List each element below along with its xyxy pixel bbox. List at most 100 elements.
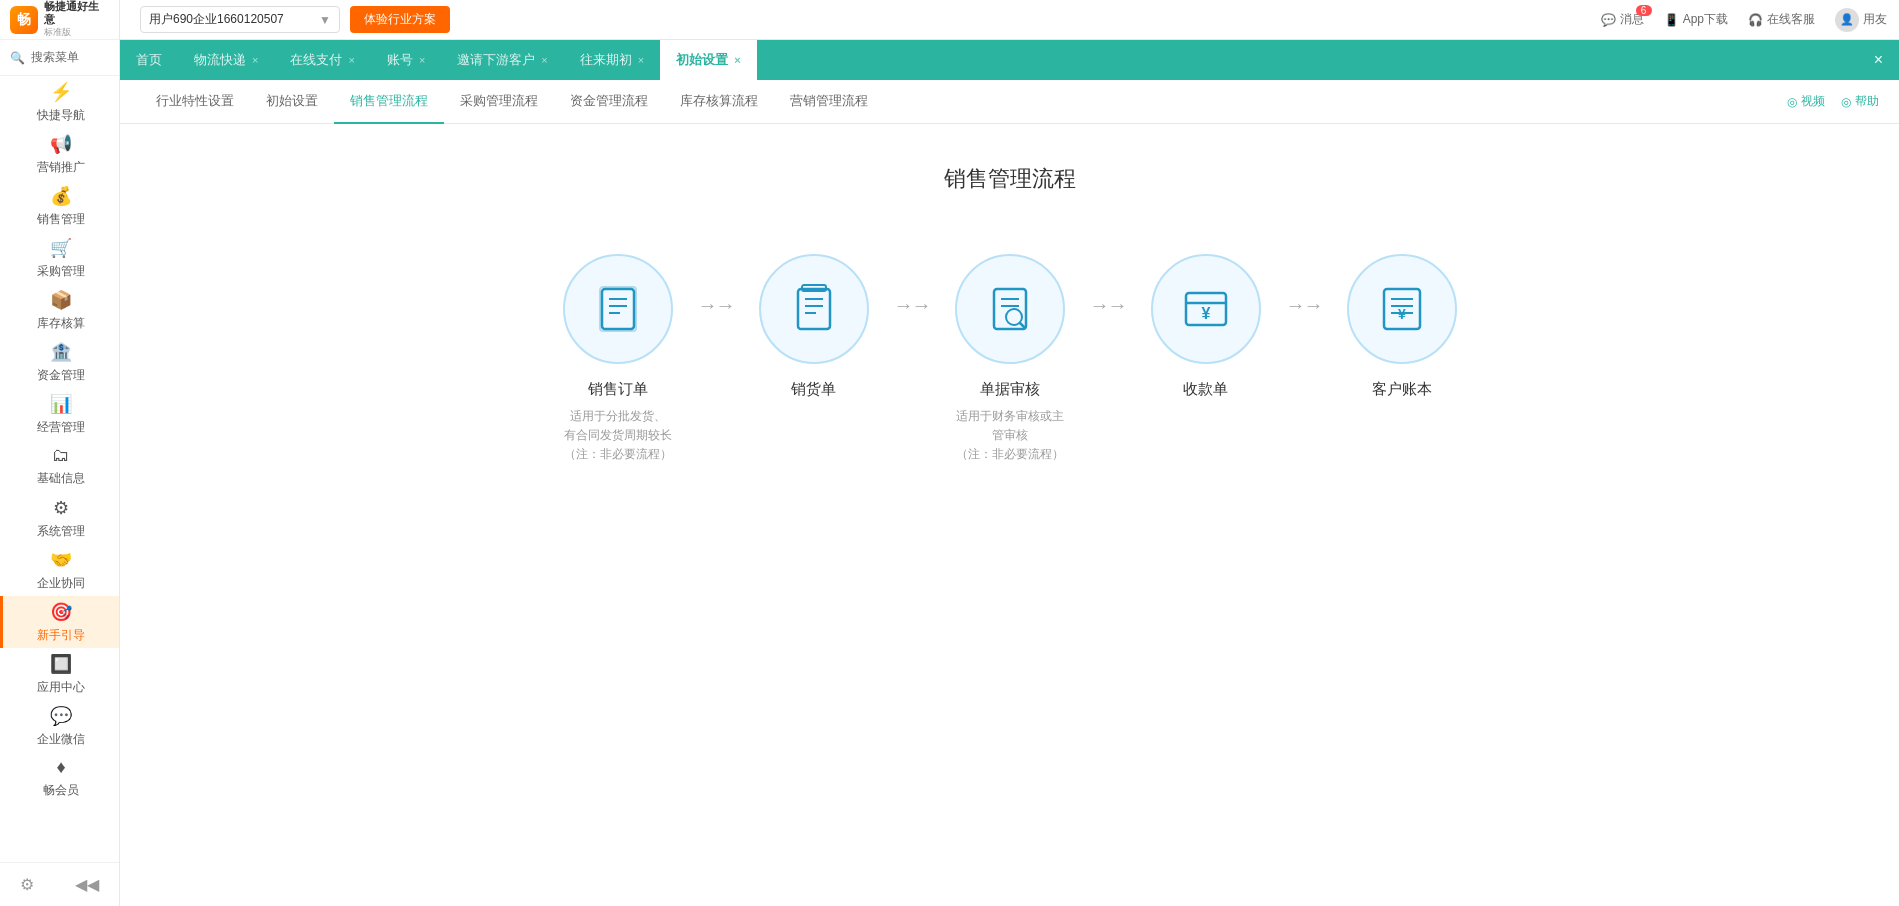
nav-tab-0[interactable]: 首页 [120,40,178,80]
circle-icon-1: ◎ [1841,95,1851,109]
service-label: 在线客服 [1767,11,1815,28]
sub-tab-1[interactable]: 初始设置 [250,80,334,124]
nav-tab-close-6[interactable]: × [734,54,740,66]
nav-tab-4[interactable]: 邀请下游客户× [441,40,563,80]
sidebar-item-qiye[interactable]: 🤝企业协同 [0,544,119,596]
sidebar-item-xinshou[interactable]: 🎯新手引导 [0,596,119,648]
nav-tab-label-2: 在线支付 [290,51,342,69]
flow-step-name-3: 收款单 [1183,380,1228,399]
nav-tab-1[interactable]: 物流快递 × [178,40,274,80]
nav-tab-label-1: 物流快递 [194,51,246,69]
message-button[interactable]: 💬 消息 6 [1601,11,1644,28]
flow-arrow-4: →→ [1286,294,1322,317]
sidebar-label-xitong: 系统管理 [37,523,85,540]
headset-icon: 🎧 [1748,13,1763,27]
sidebar-item-yingxiao[interactable]: 📢营销推广 [0,128,119,180]
sidebar-label-jichu: 基础信息 [37,470,85,487]
nav-tab-close-5[interactable]: × [638,54,644,66]
svg-rect-5 [798,289,830,329]
nav-tab-3[interactable]: 账号× [371,40,441,80]
flow-step-3[interactable]: ¥ 收款单 [1126,254,1286,407]
sub-tab-0[interactable]: 行业特性设置 [140,80,250,124]
sub-tab-4[interactable]: 资金管理流程 [554,80,664,124]
flow-title: 销售管理流程 [180,164,1839,194]
flow-step-2[interactable]: 单据审核适用于财务审核或主管审核（注：非必要流程） [930,254,1090,465]
sidebar-icon-caigou: 🛒 [50,237,72,259]
flow-step-0[interactable]: 销售订单适用于分批发货、有合同发货周期较长（注：非必要流程） [538,254,698,465]
user-avatar[interactable]: 👤 用友 [1835,8,1887,32]
flow-step-desc-2: 适用于财务审核或主管审核（注：非必要流程） [956,407,1064,465]
nav-tab-6[interactable]: 初始设置× [660,40,756,80]
flow-step-name-0: 销售订单 [588,380,648,399]
sidebar-label-weixin: 企业微信 [37,731,85,748]
flow-circle-4: ¥ [1347,254,1457,364]
sidebar-label-caigou: 采购管理 [37,263,85,280]
nav-tab-close-4[interactable]: × [541,54,547,66]
sidebar-item-kucun[interactable]: 📦 库存核算 [0,284,119,336]
sidebar-item-huiyuan[interactable]: ♦ 畅会员 [0,752,119,804]
flow-arrow-1: →→ [698,294,734,317]
sub-tab-right-1[interactable]: ◎帮助 [1841,93,1879,110]
sidebar-icon-qiye: 🤝 [50,549,72,571]
flow-step-name-4: 客户账本 [1372,380,1432,399]
nav-tab-close-2[interactable]: × [348,54,354,66]
service-button[interactable]: 🎧 在线客服 [1748,11,1815,28]
sidebar-item-xitong[interactable]: ⚙系统管理 [0,492,119,544]
sub-tab-3[interactable]: 采购管理流程 [444,80,554,124]
nav-tab-label-5: 往来期初 [580,51,632,69]
message-badge: 6 [1636,5,1652,16]
sidebar-label-huiyuan: 畅会员 [43,782,79,799]
user-name: 用友 [1863,11,1887,28]
sidebar-item-zijin[interactable]: 🏦资金管理 [0,336,119,388]
sidebar-label-xiaoshou: 销售管理 [37,211,85,228]
nav-tabs: 首页物流快递×在线支付×账号×邀请下游客户×往来期初×初始设置×× [120,40,1899,80]
sidebar-icon-yingyong: 🔲 [50,653,72,675]
sidebar-icon-huiyuan: ♦ [56,757,65,778]
sidebar-item-caigou[interactable]: 🛒 采购管理 [0,232,119,284]
flow-circle-2 [955,254,1065,364]
nav-tab-close-3[interactable]: × [419,54,425,66]
sub-tab-right-0[interactable]: ◎视频 [1787,93,1825,110]
sidebar-item-yingyong[interactable]: 🔲 应用中心 [0,648,119,700]
sidebar-item-jingying[interactable]: 📊经营管理 [0,388,119,440]
avatar: 👤 [1835,8,1859,32]
sidebar-label-xinshou: 新手引导 [37,627,85,644]
flow-step-name-1: 销货单 [791,380,836,399]
sidebar: 畅 畅捷通好生意 标准版 🔍 搜索菜单 ⚡快捷导航📢营销推广💰销售管理🛒采购管理… [0,0,120,906]
sidebar-icon-kucun: 📦 [50,289,72,311]
sidebar-icon-zijin: 🏦 [50,341,72,363]
sub-tab-6[interactable]: 营销管理流程 [774,80,884,124]
sub-tabs-right: ◎视频 ◎帮助 [1787,93,1879,110]
search-menu[interactable]: 🔍 搜索菜单 [0,40,119,76]
flow-step-1[interactable]: 销货单 [734,254,894,407]
dropdown-caret: ▼ [319,13,331,27]
app-download-button[interactable]: 📱 App下载 [1664,11,1728,28]
sidebar-item-jichu[interactable]: 🗂基础信息 [0,440,119,492]
nav-tab-close-1[interactable]: × [252,54,258,66]
sub-tab-5[interactable]: 库存核算流程 [664,80,774,124]
nav-tab-5[interactable]: 往来期初 × [564,40,660,80]
sidebar-label-jingying: 经营管理 [37,419,85,436]
sidebar-label-kucun: 库存核算 [37,315,85,332]
download-icon: 📱 [1664,13,1679,27]
message-icon: 💬 [1601,13,1616,27]
sidebar-label-kuaijie: 快捷导航 [37,107,85,124]
flow-arrow-3: →→ [1090,294,1126,317]
sidebar-item-kuaijie[interactable]: ⚡快捷导航 [0,76,119,128]
flow-step-desc-0: 适用于分批发货、有合同发货周期较长（注：非必要流程） [564,407,672,465]
trial-button[interactable]: 体验行业方案 [350,6,450,33]
collapse-icon[interactable]: ◀◀ [71,871,103,898]
flow-step-4[interactable]: ¥ 客户账本 [1322,254,1482,407]
app-download-label: App下载 [1683,11,1728,28]
sidebar-item-xiaoshou[interactable]: 💰销售管理 [0,180,119,232]
sub-tab-2[interactable]: 销售管理流程 [334,80,444,124]
nav-close-all[interactable]: × [1858,51,1899,69]
app-version: 标准版 [44,26,109,39]
user-selector[interactable]: 用户690企业1660120507 ▼ [140,6,340,33]
settings-icon[interactable]: ⚙ [16,871,38,898]
nav-tab-2[interactable]: 在线支付 × [274,40,370,80]
sidebar-item-weixin[interactable]: 💬企业微信 [0,700,119,752]
search-icon: 🔍 [10,51,25,65]
app-name: 畅捷通好生意 [44,0,109,26]
sidebar-label-yingyong: 应用中心 [37,679,85,696]
